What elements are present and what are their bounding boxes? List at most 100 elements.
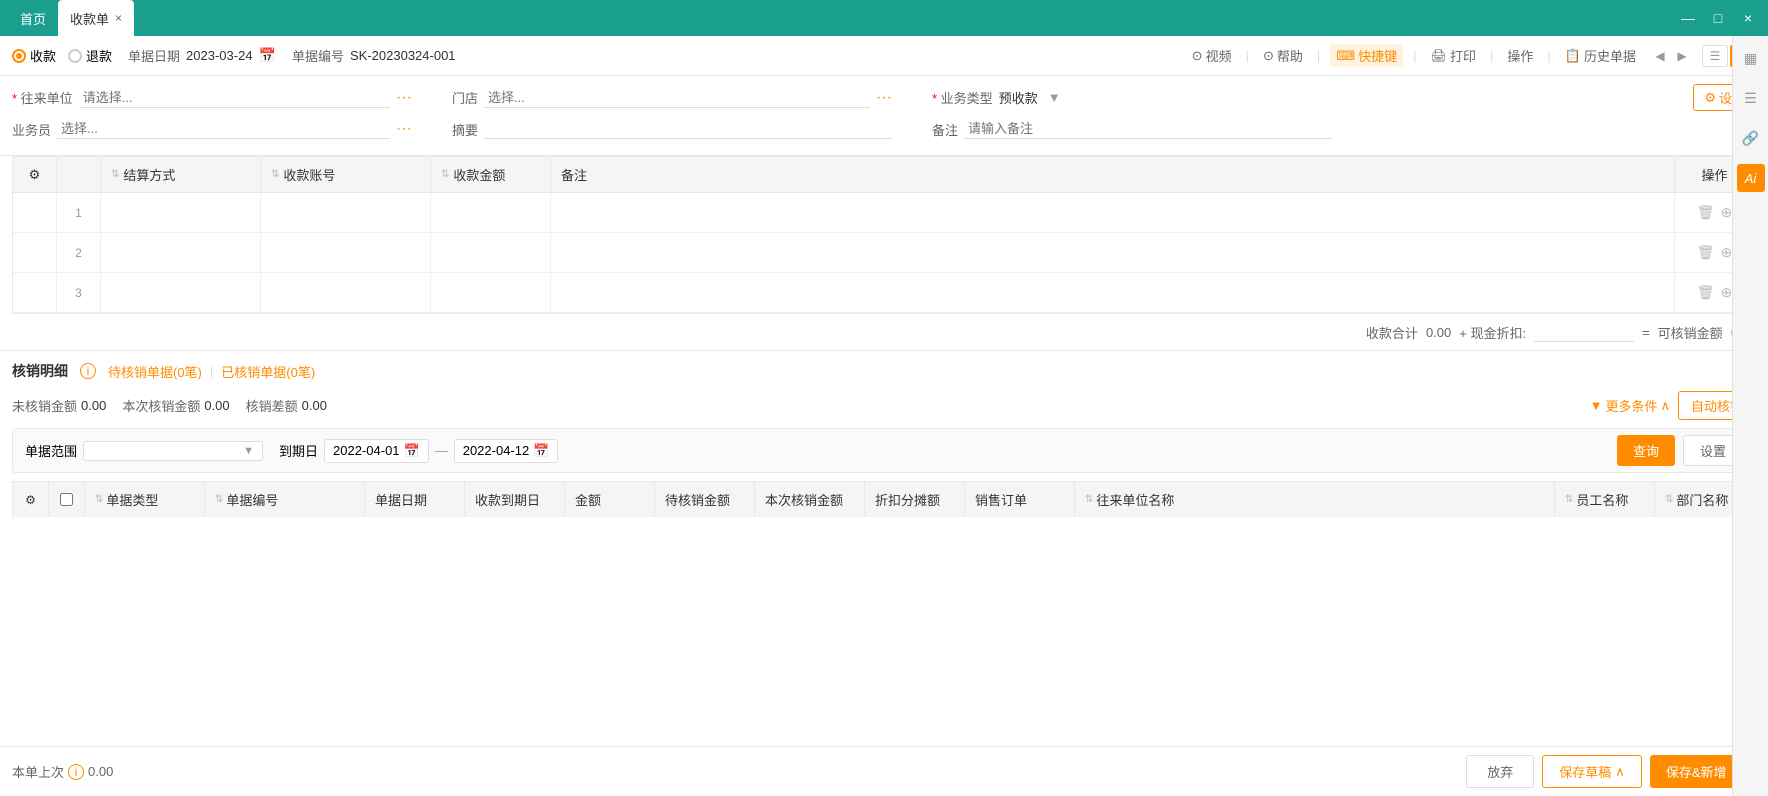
discount-input[interactable] [1534,322,1634,342]
filter-right: 查询 设置 [1617,435,1743,466]
table-header: ⚙ ⇅ 结算方式 ⇅ 收款账号 ⇅ 收款金额 备注 操作 [13,157,1755,193]
form-area: 往来单位 ··· 门店 ··· 业务类型 预收款 ▼ ⚙ 设置 [0,76,1768,156]
current-verify-value: 0.00 [204,398,229,413]
td-account-2[interactable] [261,233,431,272]
th-settle: ⇅ 结算方式 [101,157,261,192]
video-button[interactable]: ⊙ 视频 [1188,44,1236,67]
td-remark-1[interactable] [551,193,1675,232]
tab-home[interactable]: 首页 [8,0,58,36]
td-account-3[interactable] [261,273,431,312]
section-tabs: 待核销单据(0笔) | 已核销单据(0笔) [108,362,315,381]
footer-info: 本单上次 i 0.00 [12,762,113,781]
td-account-1[interactable] [261,193,431,232]
copy-icon-1[interactable]: ⊕ [1721,204,1733,221]
minimize-button[interactable]: — [1676,6,1700,30]
more-conditions-button[interactable]: ▼ 更多条件 ∧ [1590,396,1670,415]
store-field: 门店 ··· [452,88,892,108]
operation-button[interactable]: 操作 [1503,44,1537,67]
delete-icon-2[interactable]: 🗑 [1697,244,1715,261]
td-settle-1[interactable] [101,193,261,232]
tab-current[interactable]: 收款单 × [58,0,134,36]
store-more-icon[interactable]: ··· [876,90,892,106]
abandon-button[interactable]: 放弃 [1466,755,1534,788]
th-settings[interactable]: ⚙ [13,157,57,192]
store-input[interactable] [484,88,870,108]
remarks-input[interactable] [964,119,1332,139]
print-button[interactable]: 🖨 打印 [1426,44,1480,67]
td-remark-3[interactable] [551,273,1675,312]
td-settle-3[interactable] [101,273,261,312]
partner-more-icon[interactable]: ··· [396,90,412,106]
receipt-option[interactable]: 收款 [12,46,56,65]
bth-num: ⇅ 单据编号 [205,482,365,517]
receipt-type-radio: 收款 退款 [12,46,112,65]
td-remark-2[interactable] [551,233,1675,272]
partner-input[interactable] [79,88,390,108]
th-remark: 备注 [551,157,1675,192]
calendar-start-icon: 📅 [404,443,420,459]
unverified-value: 0.00 [81,398,106,413]
td-amount-1[interactable] [431,193,551,232]
sidebar-ai-icon[interactable]: Ai [1737,164,1765,192]
copy-icon-3[interactable]: ⊕ [1721,284,1733,301]
staff-input[interactable] [57,119,390,139]
gear-icon: ⚙ [1704,90,1716,106]
window-close-button[interactable]: × [1736,6,1760,30]
range-select[interactable]: ▼ [83,441,263,461]
td-amount-2[interactable] [431,233,551,272]
summary-input[interactable] [484,119,892,139]
staff-field: 业务员 ··· [12,119,412,139]
calendar-icon[interactable]: 📅 [259,47,276,64]
save-draft-button[interactable]: 保存草稿 ∧ [1542,755,1642,788]
remarks-label: 备注 [932,120,958,139]
stats-row: 未核销金额 0.00 本次核销金额 0.00 核销差额 0.00 ▼ 更多条件 … [0,387,1768,428]
bth-sales: 销售订单 [965,482,1075,517]
bth-partner: ⇅ 往来单位名称 [1075,482,1555,517]
refund-label: 退款 [86,46,112,65]
delete-icon-1[interactable]: 🗑 [1697,204,1715,221]
tab-pending[interactable]: 待核销单据(0笔) [108,362,202,381]
maximize-button[interactable]: □ [1706,6,1730,30]
date-start-input[interactable]: 2022-04-01 📅 [324,439,429,463]
bth-date: 单据日期 [365,482,465,517]
date-end-input[interactable]: 2022-04-12 📅 [454,439,559,463]
copy-icon-2[interactable]: ⊕ [1721,244,1733,261]
prev-button[interactable]: ◀ [1650,46,1670,66]
staff-more-icon[interactable]: ··· [396,121,412,137]
delete-icon-3[interactable]: 🗑 [1697,284,1715,301]
select-all-checkbox[interactable] [60,493,73,506]
bth-settings[interactable]: ⚙ [13,482,49,517]
bth-checkbox[interactable] [49,482,85,517]
sidebar-list-icon[interactable]: ☰ [1737,84,1765,112]
tab-close-icon[interactable]: × [115,11,122,25]
sidebar-attachment-icon[interactable]: 🔗 [1737,124,1765,152]
num-value: SK-20230324-001 [350,48,456,63]
footer-info-icon[interactable]: i [68,764,84,780]
form-row-1: 往来单位 ··· 门店 ··· 业务类型 预收款 ▼ ⚙ 设置 [12,84,1756,111]
total-label: 收款合计 [1366,323,1418,342]
history-button[interactable]: 📋 历史单据 [1561,44,1640,67]
td-amount-3[interactable] [431,273,551,312]
unverified-stat: 未核销金额 0.00 [12,396,106,415]
shortcut-button[interactable]: ⌨ 快捷键 [1330,44,1403,67]
history-icon: 📋 [1565,48,1581,64]
sidebar-table-icon[interactable]: ▦ [1737,44,1765,72]
td-idx-3: 3 [57,273,101,312]
tab-verified[interactable]: 已核销单据(0笔) [221,362,315,381]
footer: 本单上次 i 0.00 放弃 保存草稿 ∧ 保存&新增 ∧ [0,746,1768,796]
staff-label: 业务员 [12,120,51,139]
biz-type-dropdown-icon[interactable]: ▼ [1048,90,1061,105]
query-button[interactable]: 查询 [1617,435,1675,466]
range-chevron-icon: ▼ [243,445,254,457]
refund-option[interactable]: 退款 [68,46,112,65]
td-settle-2[interactable] [101,233,261,272]
date-label: 单据日期 [128,46,180,65]
summary-label: 摘要 [452,120,478,139]
date-end-value: 2022-04-12 [463,443,530,458]
diff-stat: 核销差额 0.00 [246,396,327,415]
printer-icon: 🖨 [1430,48,1447,64]
list-view-button[interactable]: ☰ [1702,45,1728,67]
section-info-icon[interactable]: i [80,363,96,379]
next-button[interactable]: ▶ [1672,46,1692,66]
help-button[interactable]: ⊙ 帮助 [1259,44,1307,67]
